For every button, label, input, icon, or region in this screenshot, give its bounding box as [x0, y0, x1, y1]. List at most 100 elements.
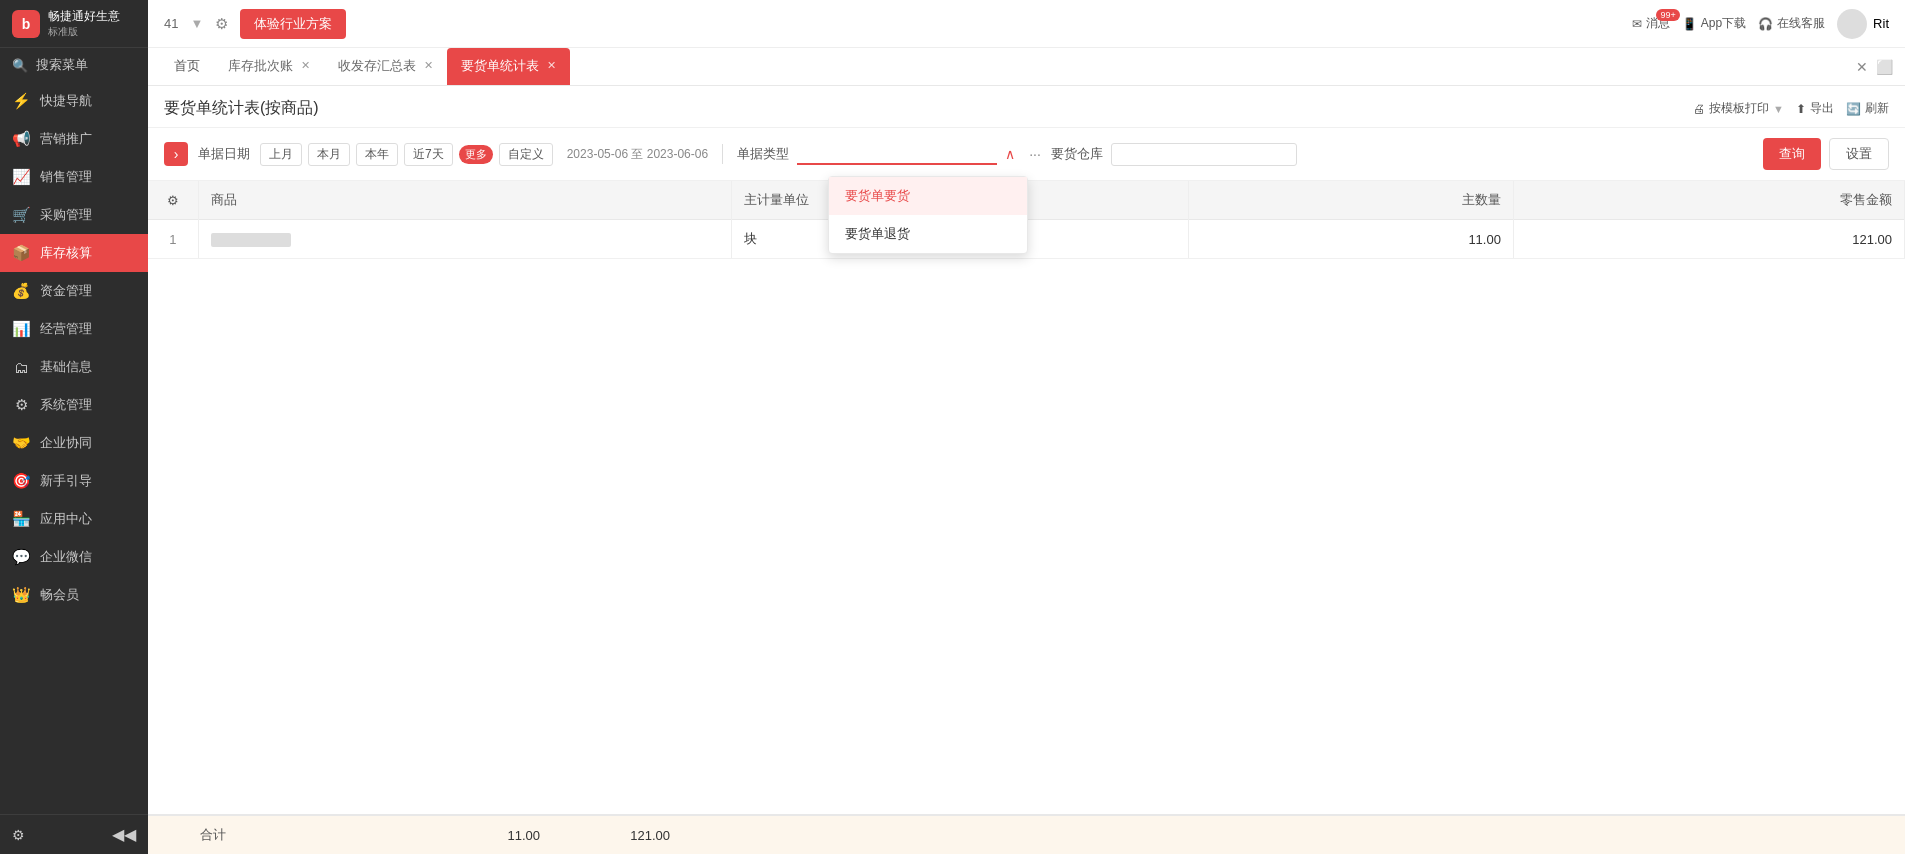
query-button[interactable]: 查询: [1763, 138, 1821, 170]
warehouse-filter: 要货仓库: [1051, 143, 1297, 166]
download-icon: 📱: [1682, 17, 1697, 31]
topbar: 41 ▼ ⚙ 体验行业方案 ✉ 消息 99+ 📱 App下载 🎧 在线客服 Ri…: [148, 0, 1905, 48]
goods-name-placeholder: [211, 233, 291, 247]
user-area[interactable]: Rit: [1837, 9, 1889, 39]
wechat-icon: 💬: [12, 548, 30, 566]
footer-amount: 121.00: [540, 828, 670, 843]
date-this-month-btn[interactable]: 本月: [308, 143, 350, 166]
tab-close-receive-summary[interactable]: ✕: [424, 59, 433, 72]
search-icon: 🔍: [12, 58, 28, 73]
settings-button[interactable]: 设置: [1829, 138, 1889, 170]
tab-order-stats[interactable]: 要货单统计表 ✕: [447, 48, 570, 85]
doc-type-filter: 单据类型 ∧: [737, 144, 1015, 165]
refresh-btn[interactable]: 🔄 刷新: [1846, 100, 1889, 117]
doc-type-dropdown: 要货单要货 要货单退货: [828, 176, 1028, 254]
close-window-btn[interactable]: ✕: [1856, 59, 1868, 75]
settings-bottom-icon[interactable]: ⚙: [12, 827, 25, 843]
sidebar-collapse-button[interactable]: ◀◀: [112, 825, 136, 844]
user-avatar: [1837, 9, 1867, 39]
user-name: Rit: [1873, 16, 1889, 31]
sidebar-item-quick-nav[interactable]: ⚡ 快捷导航: [0, 82, 148, 120]
member-icon: 👑: [12, 586, 30, 604]
print-btn[interactable]: 🖨 按模板打印 ▼: [1693, 100, 1784, 117]
col-amount: 零售金额: [1513, 181, 1904, 220]
date-last-month-btn[interactable]: 上月: [260, 143, 302, 166]
filter-area: › 单据日期 上月 本月 本年 近7天 更多 自定义 2023-05-06 至 …: [148, 128, 1905, 181]
col-settings[interactable]: ⚙: [148, 181, 198, 220]
industry-btn[interactable]: 体验行业方案: [240, 9, 346, 39]
sidebar-item-member[interactable]: 👑 畅会员: [0, 576, 148, 614]
date-last-7days-btn[interactable]: 近7天: [404, 143, 453, 166]
purchase-icon: 🛒: [12, 206, 30, 224]
message-badge: 99+: [1656, 9, 1679, 21]
doc-type-arrow-icon[interactable]: ∧: [1005, 146, 1015, 162]
export-btn[interactable]: ⬆ 导出: [1796, 100, 1834, 117]
topbar-gear-icon[interactable]: ⚙: [215, 15, 228, 33]
sales-icon: 📈: [12, 168, 30, 186]
footer-qty: 11.00: [410, 828, 540, 843]
app-download-btn[interactable]: 📱 App下载: [1682, 15, 1746, 32]
sidebar-item-appstore[interactable]: 🏪 应用中心: [0, 500, 148, 538]
topbar-number: 41: [164, 16, 178, 31]
filter-more-btn[interactable]: ···: [1029, 146, 1041, 162]
basic-icon: 🗂: [12, 359, 30, 376]
filter-toggle-button[interactable]: ›: [164, 142, 188, 166]
row-amount: 121.00: [1513, 220, 1904, 259]
sidebar-bottom: ⚙ ◀◀: [0, 814, 148, 854]
sidebar-item-inventory[interactable]: 📦 库存核算: [0, 234, 148, 272]
online-service-btn[interactable]: 🎧 在线客服: [1758, 15, 1825, 32]
guide-icon: 🎯: [12, 472, 30, 490]
filter-action-btns: 查询 设置: [1763, 138, 1889, 170]
service-icon: 🎧: [1758, 17, 1773, 31]
row-goods: [198, 220, 731, 259]
date-custom-btn[interactable]: 自定义: [499, 143, 553, 166]
date-shortcuts: 上月 本月 本年 近7天 更多 自定义: [260, 143, 553, 166]
table-footer: 合计 11.00 121.00: [148, 814, 1905, 854]
row-qty: 11.00: [1188, 220, 1513, 259]
sidebar-item-marketing[interactable]: 📢 营销推广: [0, 120, 148, 158]
col-goods: 商品: [198, 181, 731, 220]
tab-home[interactable]: 首页: [160, 48, 214, 85]
sidebar-item-operations[interactable]: 📊 经营管理: [0, 310, 148, 348]
sidebar-item-wechat[interactable]: 💬 企业微信: [0, 538, 148, 576]
dropdown-item-order-goods[interactable]: 要货单要货: [829, 177, 1027, 215]
sidebar-item-basic[interactable]: 🗂 基础信息: [0, 348, 148, 386]
sidebar-item-enterprise[interactable]: 🤝 企业协同: [0, 424, 148, 462]
sidebar-item-finance[interactable]: 💰 资金管理: [0, 272, 148, 310]
marketing-icon: 📢: [12, 130, 30, 148]
maximize-window-btn[interactable]: ⬜: [1876, 59, 1893, 75]
appstore-icon: 🏪: [12, 510, 30, 528]
tab-inventory-batch[interactable]: 库存批次账 ✕: [214, 48, 324, 85]
refresh-icon: 🔄: [1846, 102, 1861, 116]
warehouse-input[interactable]: [1111, 143, 1297, 166]
tab-row: 首页 库存批次账 ✕ 收发存汇总表 ✕ 要货单统计表 ✕ ✕ ⬜: [148, 48, 1905, 86]
date-this-year-btn[interactable]: 本年: [356, 143, 398, 166]
tab-close-inventory-batch[interactable]: ✕: [301, 59, 310, 72]
doc-type-input[interactable]: [797, 144, 997, 165]
app-logo-text: 畅捷通好生意 标准版: [48, 9, 120, 38]
page-title: 要货单统计表(按商品): [164, 98, 319, 119]
sidebar-item-sales[interactable]: 📈 销售管理: [0, 158, 148, 196]
sidebar-logo: b 畅捷通好生意 标准版: [0, 0, 148, 48]
tab-close-order-stats[interactable]: ✕: [547, 59, 556, 72]
page-actions: 🖨 按模板打印 ▼ ⬆ 导出 🔄 刷新: [1693, 100, 1889, 117]
warehouse-label: 要货仓库: [1051, 145, 1103, 163]
dropdown-item-order-return[interactable]: 要货单退货: [829, 215, 1027, 253]
page-header: 要货单统计表(按商品) 🖨 按模板打印 ▼ ⬆ 导出 🔄 刷新: [148, 86, 1905, 128]
content-area: 要货单统计表(按商品) 🖨 按模板打印 ▼ ⬆ 导出 🔄 刷新 ›: [148, 86, 1905, 854]
export-icon: ⬆: [1796, 102, 1806, 116]
sidebar-item-guide[interactable]: 🎯 新手引导: [0, 462, 148, 500]
sidebar-nav: ⚡ 快捷导航 📢 营销推广 📈 销售管理 🛒 采购管理 📦 库存核算 💰 资金管…: [0, 82, 148, 814]
date-more-badge[interactable]: 更多: [459, 145, 493, 164]
sidebar-item-purchase[interactable]: 🛒 采购管理: [0, 196, 148, 234]
sidebar-search[interactable]: 🔍 搜索菜单: [0, 48, 148, 82]
col-qty: 主数量: [1188, 181, 1513, 220]
table-area: ⚙ 商品 主计量单位 主数量 零售金额 1 块 11.00: [148, 181, 1905, 814]
messages-btn[interactable]: ✉ 消息 99+: [1632, 15, 1670, 32]
tab-receive-summary[interactable]: 收发存汇总表 ✕: [324, 48, 447, 85]
print-dropdown-icon: ▼: [1773, 103, 1784, 115]
sidebar-item-system[interactable]: ⚙ 系统管理: [0, 386, 148, 424]
topbar-separator: ▼: [190, 16, 203, 31]
inventory-icon: 📦: [12, 244, 30, 262]
date-filter-label: 单据日期: [198, 145, 250, 163]
